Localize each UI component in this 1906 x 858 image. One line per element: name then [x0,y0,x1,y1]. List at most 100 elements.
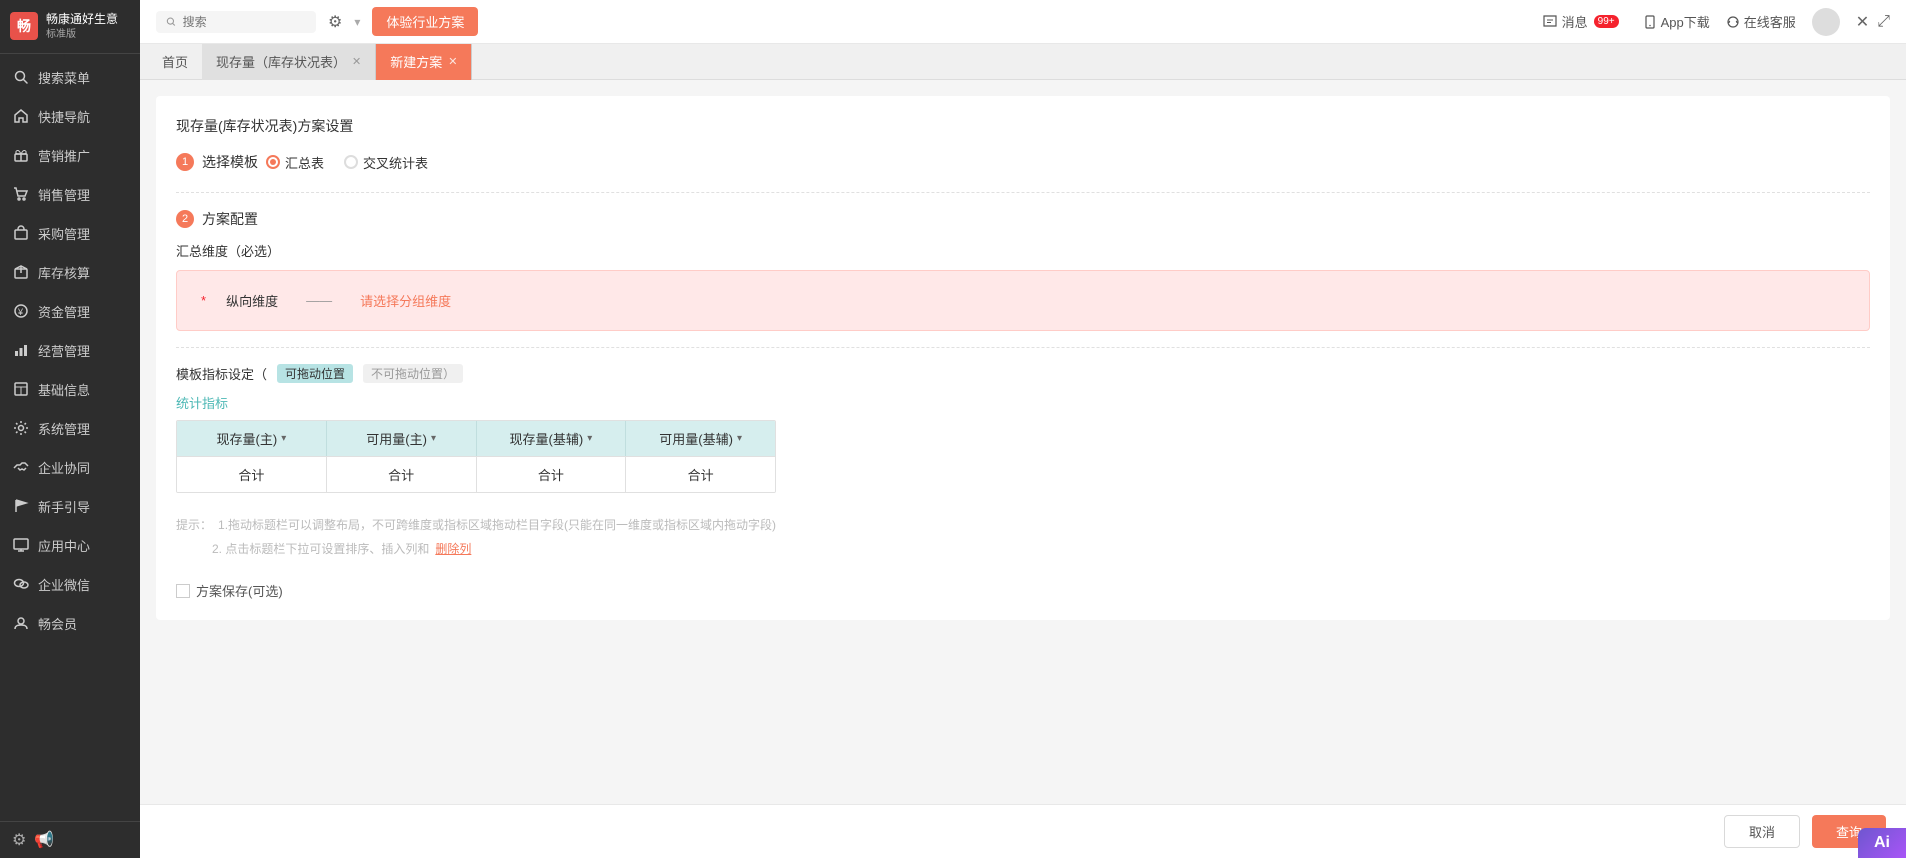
industry-plan-button[interactable]: 体验行业方案 [372,7,478,36]
tab-new-plan[interactable]: 新建方案 ✕ [376,44,472,80]
sidebar-logo: 畅 畅康通好生意 标准版 [0,0,140,54]
main-area: ⚙ ▾ 体验行业方案 消息 99+ App下载 在线客服 ✕ ⤢ [140,0,1906,858]
stats-body-available-main: 合计 [327,457,477,492]
section-template: 1 选择模板 汇总表 交叉统计表 [176,152,1870,172]
search-box[interactable] [156,11,316,33]
table-icon [12,380,30,398]
box-icon [12,263,30,281]
stats-body-row: 合计 合计 合计 合计 [177,456,775,492]
phone-icon [1643,15,1657,29]
summary-dimension-label: 汇总维度（必选） [176,241,1870,260]
save-option: 方案保存(可选) [176,581,1870,600]
draggable-badge: 可拖动位置 [277,364,353,383]
stats-body-current-aux: 合计 [477,457,627,492]
non-draggable-badge: 不可拖动位置） [363,364,463,383]
sidebar-item-member[interactable]: 畅会员 [0,604,140,643]
page-title: 现存量(库存状况表)方案设置 [176,116,1870,136]
stats-header-current-main[interactable]: 现存量(主) ▾ [177,421,327,456]
stats-section-title: 统计指标 [176,393,1870,412]
sidebar-item-purchase[interactable]: 采购管理 [0,214,140,253]
radio-cross[interactable]: 交叉统计表 [344,153,428,172]
window-close-icon[interactable]: ✕ [1856,12,1869,32]
section2-header: 2 方案配置 [176,209,1870,229]
sidebar-footer: ⚙ 📢 [0,821,140,858]
sidebar-item-wechat[interactable]: 企业微信 [0,565,140,604]
search-input[interactable] [183,15,306,29]
window-expand-icon[interactable]: ⤢ [1877,13,1890,31]
dim-placeholder: 请选择分组维度 [360,291,451,310]
user-avatar[interactable] [1812,8,1840,36]
sidebar-item-app-center[interactable]: 应用中心 [0,526,140,565]
section-divider [176,192,1870,193]
yen-icon: ¥ [12,302,30,320]
save-label: 方案保存(可选) [196,581,283,600]
tab-inventory-status[interactable]: 现存量（库存状况表） ✕ [202,44,376,80]
gift-icon [12,146,30,164]
dim-required-mark: * [201,293,206,308]
stats-table: 现存量(主) ▾ 可用量(主) ▾ 现存量(基辅) ▾ [176,420,776,493]
sidebar-item-inventory[interactable]: 库存核算 [0,253,140,292]
sidebar-item-marketing[interactable]: 营销推广 [0,136,140,175]
handshake-icon [12,458,30,476]
save-checkbox[interactable] [176,584,190,598]
stats-body-current-main: 合计 [177,457,327,492]
ai-badge[interactable]: Ai [1858,828,1906,858]
template-radio-group: 汇总表 交叉统计表 [266,153,428,172]
dim-separator: —— [306,293,332,308]
shopping-icon [12,185,30,203]
home-icon [12,107,30,125]
monitor-icon [12,536,30,554]
radio-summary[interactable]: 汇总表 [266,153,324,172]
topbar-settings-icon[interactable]: ⚙ [328,12,342,32]
delete-column-link[interactable]: 删除列 [435,537,471,561]
stats-header-available-main[interactable]: 可用量(主) ▾ [327,421,477,456]
dimension-box[interactable]: * 纵向维度 —— 请选择分组维度 [176,270,1870,331]
wechat-icon [12,575,30,593]
sidebar-item-system[interactable]: 系统管理 [0,409,140,448]
tip2: 2. 点击标题栏下拉可设置排序、插入列和 删除列 [176,537,1870,561]
messages-icon [1542,14,1558,30]
logo-text: 畅康通好生意 标准版 [46,12,118,41]
settings-footer-icon[interactable]: ⚙ [12,830,26,850]
headset-icon [1726,15,1740,29]
dropdown-icon[interactable]: ▾ [354,15,360,29]
stats-header-available-aux[interactable]: 可用量(基辅) ▾ [626,421,775,456]
sidebar-item-search-menu[interactable]: 搜索菜单 [0,58,140,97]
chevron-icon-2: ▾ [431,433,436,444]
svg-text:¥: ¥ [17,307,24,317]
sidebar-item-quick-nav[interactable]: 快捷导航 [0,97,140,136]
sidebar-item-cooperation[interactable]: 企业协同 [0,448,140,487]
tab-close-inventory[interactable]: ✕ [352,55,361,68]
tip1: 提示： 1.拖动标题栏可以调整布局，不可跨维度或指标区域拖动栏目字段(只能在同一… [176,513,1870,537]
online-service-item[interactable]: 在线客服 [1726,12,1796,31]
speaker-icon[interactable]: 📢 [34,830,54,850]
section2-num: 2 [176,210,194,228]
sidebar-item-newbie[interactable]: 新手引导 [0,487,140,526]
topbar-search-icon [166,16,177,28]
sidebar-item-sales[interactable]: 销售管理 [0,175,140,214]
section2-title: 方案配置 [202,209,258,229]
app-download-item[interactable]: App下载 [1643,12,1710,31]
tab-home[interactable]: 首页 [148,44,202,80]
sidebar-item-operations[interactable]: 经营管理 [0,331,140,370]
messages-item[interactable]: 消息 99+ [1542,12,1619,31]
indicator-settings: 模板指标设定（ 可拖动位置 不可拖动位置） 统计指标 现存量(主) ▾ [176,364,1870,493]
sidebar-item-basics[interactable]: 基础信息 [0,370,140,409]
sidebar: 畅 畅康通好生意 标准版 搜索菜单 快捷导航 营销推广 [0,0,140,858]
search-icon [12,68,30,86]
flag-icon [12,497,30,515]
topbar: ⚙ ▾ 体验行业方案 消息 99+ App下载 在线客服 ✕ ⤢ [140,0,1906,44]
radio-circle-cross [344,155,358,169]
settings-panel: 现存量(库存状况表)方案设置 1 选择模板 汇总表 交叉统计表 [156,96,1890,620]
stats-header-current-aux[interactable]: 现存量(基辅) ▾ [477,421,627,456]
tabbar: 首页 现存量（库存状况表） ✕ 新建方案 ✕ [140,44,1906,80]
sidebar-item-finance[interactable]: ¥ 资金管理 [0,292,140,331]
section1-title: 选择模板 [202,152,258,172]
topbar-left: ⚙ ▾ 体验行业方案 [156,7,478,36]
inner-divider [176,347,1870,348]
radio-circle-summary [266,155,280,169]
gear-icon [12,419,30,437]
cancel-button[interactable]: 取消 [1724,815,1800,848]
tab-close-new-plan[interactable]: ✕ [448,55,457,68]
section1-num: 1 [176,153,194,171]
